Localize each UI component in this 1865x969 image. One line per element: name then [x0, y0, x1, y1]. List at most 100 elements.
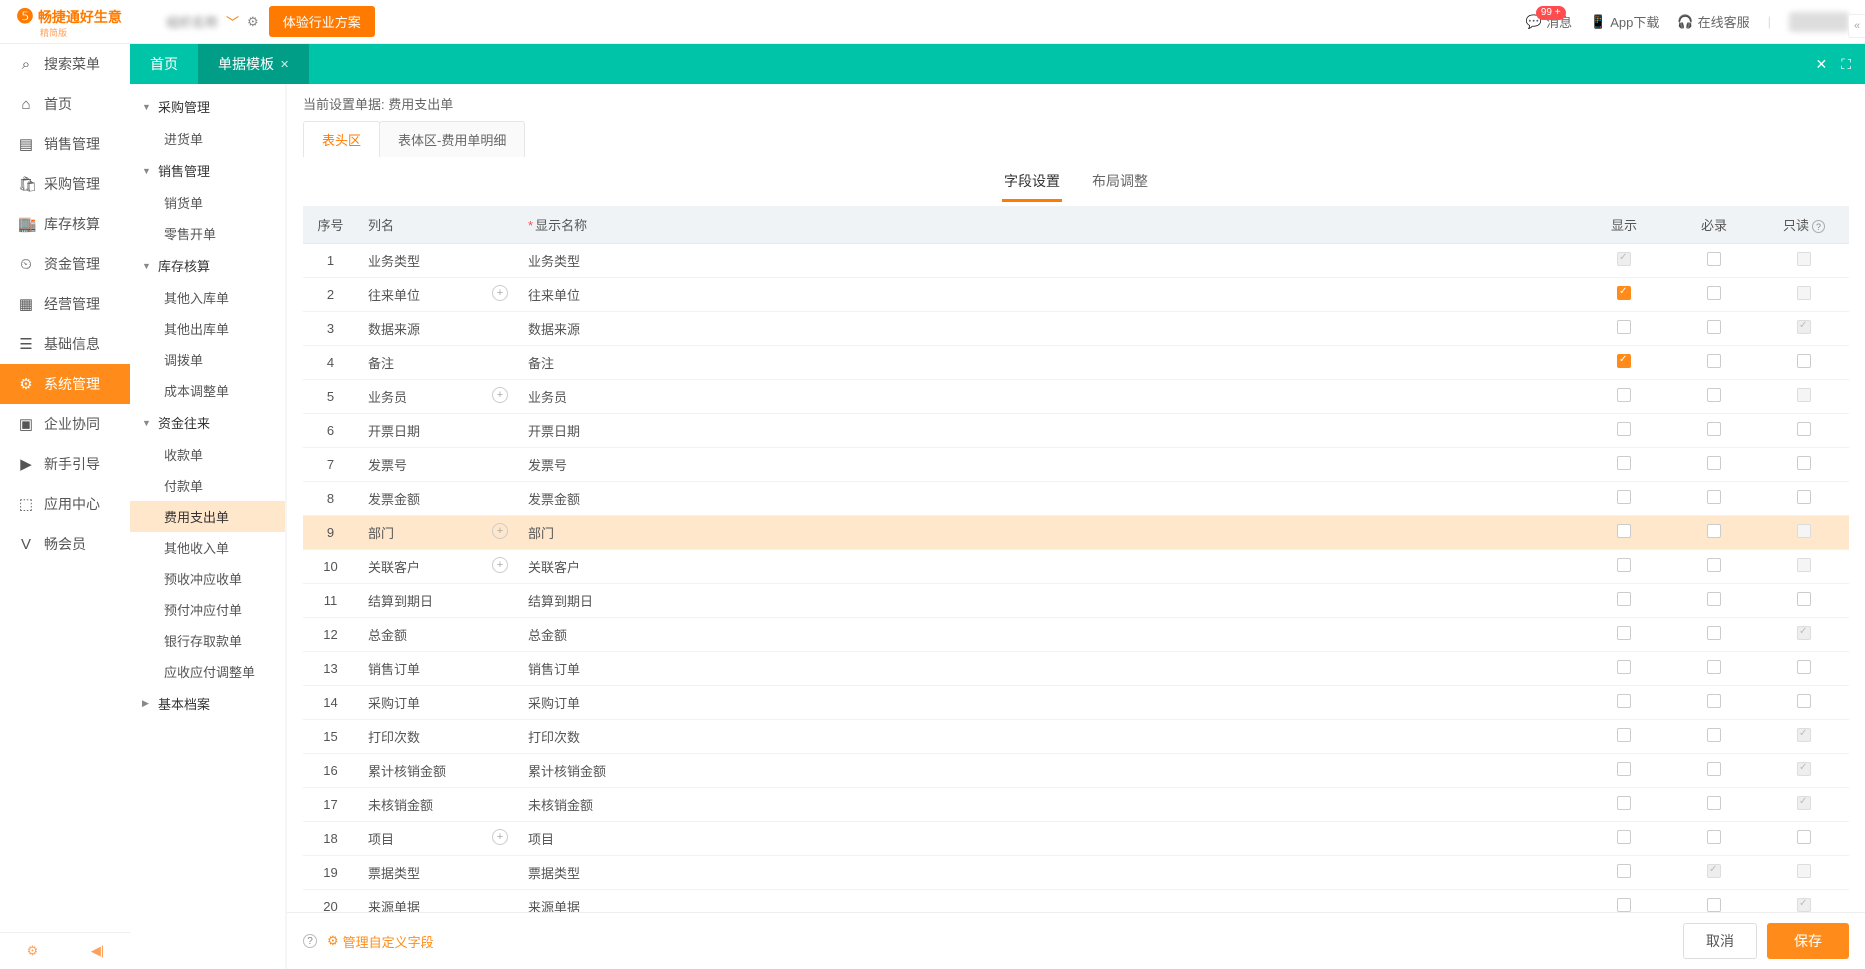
checkbox[interactable] [1617, 762, 1631, 776]
add-icon[interactable]: + [492, 285, 508, 301]
org-caret-icon[interactable]: ﹀ [226, 12, 239, 31]
cell-display[interactable]: 结算到期日 [518, 584, 1579, 618]
checkbox[interactable] [1707, 354, 1721, 368]
org-selector[interactable]: 组织名称 [166, 12, 218, 31]
app-download-link[interactable]: 📱 App下载 [1590, 12, 1659, 31]
cell-display[interactable]: 数据来源 [518, 312, 1579, 346]
table-row[interactable]: 7 发票号 发票号 [303, 448, 1849, 482]
cell-display[interactable]: 累计核销金额 [518, 754, 1579, 788]
checkbox[interactable] [1707, 592, 1721, 606]
checkbox[interactable] [1617, 728, 1631, 742]
cell-display[interactable]: 总金额 [518, 618, 1579, 652]
tree-leaf[interactable]: 银行存取款单 [130, 625, 285, 656]
sidebar-item[interactable]: ⌂首页 [0, 84, 130, 124]
cell-display[interactable]: 销售订单 [518, 652, 1579, 686]
checkbox[interactable] [1617, 626, 1631, 640]
cancel-button[interactable]: 取消 [1683, 923, 1757, 959]
cell-display[interactable]: 关联客户 [518, 550, 1579, 584]
checkbox[interactable] [1617, 660, 1631, 674]
tree-leaf[interactable]: 费用支出单 [130, 501, 285, 532]
save-button[interactable]: 保存 [1767, 923, 1849, 959]
table-row[interactable]: 16 累计核销金额 累计核销金额 [303, 754, 1849, 788]
table-row[interactable]: 6 开票日期 开票日期 [303, 414, 1849, 448]
checkbox[interactable] [1797, 830, 1811, 844]
checkbox[interactable] [1707, 252, 1721, 266]
cell-display[interactable]: 部门 [518, 516, 1579, 550]
sidebar-item[interactable]: ☰基础信息 [0, 324, 130, 364]
tree-leaf[interactable]: 收款单 [130, 439, 285, 470]
checkbox[interactable] [1707, 558, 1721, 572]
checkbox[interactable] [1707, 830, 1721, 844]
checkbox[interactable] [1707, 320, 1721, 334]
add-icon[interactable]: + [492, 557, 508, 573]
checkbox[interactable] [1707, 524, 1721, 538]
checkbox[interactable] [1797, 490, 1811, 504]
cell-display[interactable]: 未核销金额 [518, 788, 1579, 822]
tree-leaf[interactable]: 其他出库单 [130, 313, 285, 344]
checkbox[interactable] [1707, 456, 1721, 470]
sidebar-item[interactable]: ⏲资金管理 [0, 244, 130, 284]
checkbox[interactable] [1617, 524, 1631, 538]
cell-display[interactable]: 发票号 [518, 448, 1579, 482]
cell-display[interactable]: 发票金额 [518, 482, 1579, 516]
industry-template-button[interactable]: 体验行业方案 [269, 6, 375, 37]
add-icon[interactable]: + [492, 387, 508, 403]
sidebar-item[interactable]: 🏬库存核算 [0, 204, 130, 244]
checkbox[interactable] [1707, 694, 1721, 708]
tree-leaf[interactable]: 预收冲应收单 [130, 563, 285, 594]
sidebar-item[interactable]: ⚙系统管理 [0, 364, 130, 404]
checkbox[interactable] [1617, 796, 1631, 810]
sidebar-collapse-button[interactable]: ◀| [65, 933, 130, 969]
table-row[interactable]: 1 业务类型 业务类型 [303, 244, 1849, 278]
checkbox[interactable] [1707, 728, 1721, 742]
tree-leaf[interactable]: 付款单 [130, 470, 285, 501]
checkbox[interactable] [1707, 796, 1721, 810]
table-row[interactable]: 4 备注 备注 [303, 346, 1849, 380]
messages-link[interactable]: 💬 消息 99 + [1526, 12, 1572, 31]
tree-leaf[interactable]: 预付冲应付单 [130, 594, 285, 625]
checkbox[interactable] [1617, 490, 1631, 504]
manage-custom-fields-link[interactable]: ⚙ 管理自定义字段 [327, 932, 434, 951]
table-row[interactable]: 10 关联客户+ 关联客户 [303, 550, 1849, 584]
sidebar-item[interactable]: ▦经营管理 [0, 284, 130, 324]
table-row[interactable]: 8 发票金额 发票金额 [303, 482, 1849, 516]
tree-leaf[interactable]: 其他入库单 [130, 282, 285, 313]
area-tab-header[interactable]: 表头区 [303, 121, 380, 157]
checkbox[interactable] [1617, 388, 1631, 402]
checkbox[interactable] [1617, 592, 1631, 606]
table-row[interactable]: 5 业务员+ 业务员 [303, 380, 1849, 414]
checkbox[interactable] [1797, 660, 1811, 674]
cell-display[interactable]: 票据类型 [518, 856, 1579, 890]
checkbox[interactable] [1707, 490, 1721, 504]
checkbox[interactable] [1797, 354, 1811, 368]
checkbox[interactable] [1707, 388, 1721, 402]
user-avatar[interactable] [1789, 12, 1849, 32]
tree-leaf[interactable]: 进货单 [130, 123, 285, 154]
checkbox[interactable] [1617, 422, 1631, 436]
checkbox[interactable] [1617, 694, 1631, 708]
cell-display[interactable]: 备注 [518, 346, 1579, 380]
tree-leaf[interactable]: 零售开单 [130, 218, 285, 249]
cell-display[interactable]: 开票日期 [518, 414, 1579, 448]
settings-icon[interactable]: ⚙ [247, 14, 259, 30]
tree-group[interactable]: ▶基本档案 [130, 687, 285, 720]
table-row[interactable]: 15 打印次数 打印次数 [303, 720, 1849, 754]
cell-display[interactable]: 业务类型 [518, 244, 1579, 278]
cell-display[interactable]: 往来单位 [518, 278, 1579, 312]
checkbox[interactable] [1617, 320, 1631, 334]
table-row[interactable]: 17 未核销金额 未核销金额 [303, 788, 1849, 822]
tree-group[interactable]: ▼销售管理 [130, 154, 285, 187]
add-icon[interactable]: + [492, 523, 508, 539]
table-row[interactable]: 18 项目+ 项目 [303, 822, 1849, 856]
sidebar-item[interactable]: ▣企业协同 [0, 404, 130, 444]
sidebar-item[interactable]: ▶新手引导 [0, 444, 130, 484]
checkbox[interactable] [1617, 286, 1631, 300]
checkbox[interactable] [1707, 660, 1721, 674]
checkbox[interactable] [1617, 456, 1631, 470]
add-icon[interactable]: + [492, 829, 508, 845]
tree-collapse-handle[interactable]: « [1848, 14, 1865, 38]
sidebar-item[interactable]: ⬚应用中心 [0, 484, 130, 524]
sidebar-item[interactable]: ▤销售管理 [0, 124, 130, 164]
cell-display[interactable]: 打印次数 [518, 720, 1579, 754]
table-row[interactable]: 11 结算到期日 结算到期日 [303, 584, 1849, 618]
